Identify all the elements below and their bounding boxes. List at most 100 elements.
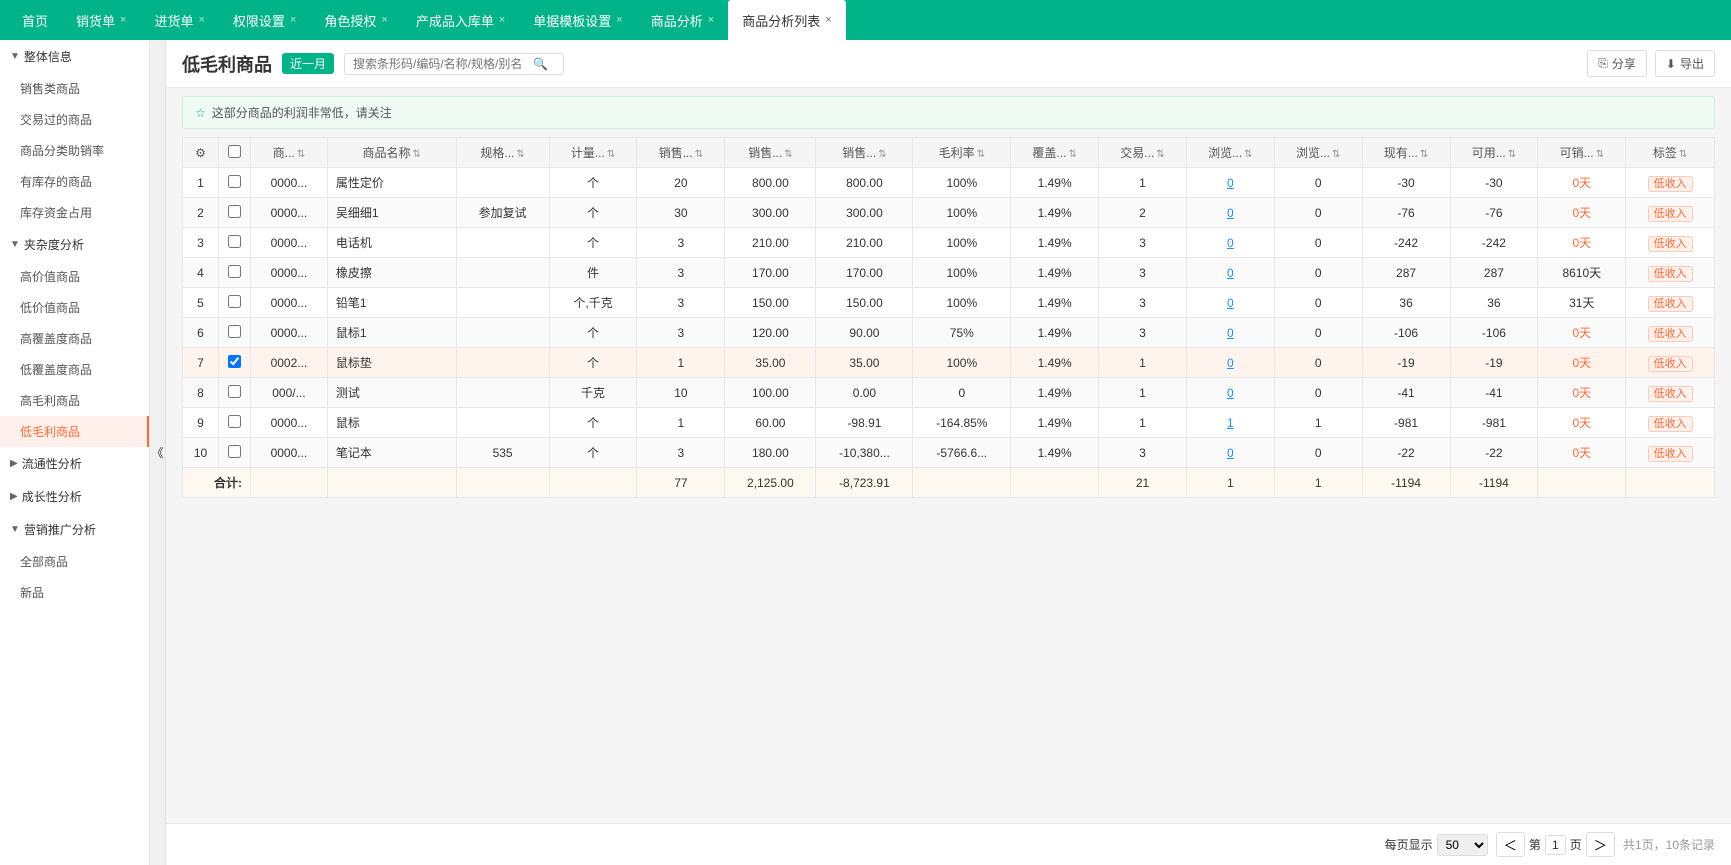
sidebar-group-growth-header[interactable]: ▶ 成长性分析	[0, 480, 149, 513]
sidebar-item-sales-products[interactable]: 销售类商品	[0, 73, 149, 104]
sidebar-group-complexity-header[interactable]: ▼ 夹杂度分析	[0, 228, 149, 261]
sidebar-item-stocked-products[interactable]: 有库存的商品	[0, 166, 149, 197]
col-settings[interactable]: ⚙	[183, 138, 219, 168]
select-all-checkbox[interactable]	[228, 145, 241, 158]
row-view1[interactable]: 0	[1186, 318, 1274, 348]
sort-icon-tag[interactable]: ⇅	[1679, 149, 1687, 160]
sidebar-group-marketing-header[interactable]: ▼ 营销推广分析	[0, 513, 149, 546]
row-checkbox[interactable]	[219, 348, 251, 378]
row-select-checkbox[interactable]	[228, 355, 241, 368]
search-icon[interactable]: 🔍	[533, 57, 548, 71]
search-box: 🔍	[344, 53, 564, 75]
prev-page-button[interactable]: ＜	[1496, 832, 1525, 857]
nav-permissions[interactable]: 权限设置 ×	[219, 0, 310, 40]
row-view1[interactable]: 0	[1186, 168, 1274, 198]
sort-icon-sales-profit[interactable]: ⇅	[878, 149, 886, 160]
col-view2: 浏览...⇅	[1274, 138, 1362, 168]
row-select-checkbox[interactable]	[228, 295, 241, 308]
sidebar-group-overview-header[interactable]: ▼ 整体信息	[0, 40, 149, 73]
row-checkbox[interactable]	[219, 288, 251, 318]
row-view1[interactable]: 0	[1186, 258, 1274, 288]
nav-product-analysis-list-close[interactable]: ×	[825, 14, 831, 26]
per-page-select[interactable]: 50 100 200	[1437, 834, 1488, 856]
share-button[interactable]: ⎘ 分享	[1587, 50, 1647, 77]
sidebar-group-circulation: ▶ 流通性分析	[0, 447, 149, 480]
nav-purchase-close[interactable]: ×	[198, 14, 204, 26]
nav-template[interactable]: 单据模板设置 ×	[519, 0, 636, 40]
sidebar-item-low-margin[interactable]: 低毛利商品	[0, 416, 149, 447]
sidebar-item-low-coverage[interactable]: 低覆盖度商品	[0, 354, 149, 385]
sort-icon-view1[interactable]: ⇅	[1244, 149, 1252, 160]
nav-product-entry[interactable]: 产成品入库单 ×	[402, 0, 519, 40]
sort-icon-coverage[interactable]: ⇅	[1068, 149, 1076, 160]
sort-icon-stock-available[interactable]: ⇅	[1508, 149, 1516, 160]
sidebar-item-high-value[interactable]: 高价值商品	[0, 261, 149, 292]
nav-product-analysis-list[interactable]: 商品分析列表 ×	[728, 0, 845, 40]
nav-product-analysis[interactable]: 商品分析 ×	[637, 0, 728, 40]
sort-icon-unit[interactable]: ⇅	[607, 149, 615, 160]
row-checkbox[interactable]	[219, 438, 251, 468]
row-checkbox[interactable]	[219, 378, 251, 408]
sidebar-item-traded-products[interactable]: 交易过的商品	[0, 104, 149, 135]
next-page-button[interactable]: ＞	[1586, 832, 1615, 857]
row-select-checkbox[interactable]	[228, 175, 241, 188]
nav-template-close[interactable]: ×	[616, 14, 622, 26]
row-view1[interactable]: 1	[1186, 408, 1274, 438]
sort-icon-stock-current[interactable]: ⇅	[1420, 149, 1428, 160]
sort-icon-gross-margin[interactable]: ⇅	[977, 149, 985, 160]
nav-sales[interactable]: 销货单 ×	[62, 0, 140, 40]
nav-permissions-close[interactable]: ×	[290, 14, 296, 26]
sidebar-item-capital[interactable]: 库存资金占用	[0, 197, 149, 228]
nav-product-analysis-close[interactable]: ×	[708, 14, 714, 26]
row-select-checkbox[interactable]	[228, 325, 241, 338]
sidebar-item-high-coverage[interactable]: 高覆盖度商品	[0, 323, 149, 354]
sidebar-item-all-products[interactable]: 全部商品	[0, 546, 149, 577]
sidebar-item-new-products[interactable]: 新品	[0, 577, 149, 608]
sidebar-collapse-button[interactable]: 《	[150, 40, 166, 865]
row-view1[interactable]: 0	[1186, 288, 1274, 318]
row-view2: 0	[1274, 318, 1362, 348]
nav-roles[interactable]: 角色授权 ×	[310, 0, 401, 40]
time-filter-badge[interactable]: 近一月	[282, 53, 334, 74]
row-checkbox[interactable]	[219, 318, 251, 348]
sidebar-group-circulation-header[interactable]: ▶ 流通性分析	[0, 447, 149, 480]
row-view1[interactable]: 0	[1186, 438, 1274, 468]
row-no: 10	[183, 438, 219, 468]
row-select-checkbox[interactable]	[228, 265, 241, 278]
nav-product-entry-close[interactable]: ×	[499, 14, 505, 26]
tag-badge: 低收入	[1648, 266, 1693, 282]
row-view1[interactable]: 0	[1186, 228, 1274, 258]
row-checkbox[interactable]	[219, 198, 251, 228]
sort-icon-sales-amount[interactable]: ⇅	[784, 149, 792, 160]
row-view1[interactable]: 0	[1186, 378, 1274, 408]
sort-icon-trade[interactable]: ⇅	[1156, 149, 1164, 160]
sort-icon-stock-saleable[interactable]: ⇅	[1596, 149, 1604, 160]
row-select-checkbox[interactable]	[228, 415, 241, 428]
sort-icon-name[interactable]: ⇅	[413, 149, 421, 160]
nav-sales-close[interactable]: ×	[120, 14, 126, 26]
row-select-checkbox[interactable]	[228, 235, 241, 248]
nav-home[interactable]: 首页	[8, 0, 62, 40]
row-view1[interactable]: 0	[1186, 348, 1274, 378]
nav-purchase[interactable]: 进货单 ×	[140, 0, 218, 40]
row-select-checkbox[interactable]	[228, 385, 241, 398]
sidebar-item-high-margin[interactable]: 高毛利商品	[0, 385, 149, 416]
row-select-checkbox[interactable]	[228, 205, 241, 218]
row-select-checkbox[interactable]	[228, 445, 241, 458]
sort-icon-spec[interactable]: ⇅	[516, 149, 524, 160]
row-view1[interactable]: 0	[1186, 198, 1274, 228]
row-checkbox[interactable]	[219, 168, 251, 198]
row-checkbox[interactable]	[219, 408, 251, 438]
row-stock-current: 36	[1362, 288, 1450, 318]
sort-icon-view2[interactable]: ⇅	[1332, 149, 1340, 160]
col-checkbox-all[interactable]	[219, 138, 251, 168]
sort-icon-code[interactable]: ⇅	[297, 149, 305, 160]
sidebar-item-category-rate[interactable]: 商品分类助销率	[0, 135, 149, 166]
export-button[interactable]: ⬇ 导出	[1655, 50, 1715, 77]
sidebar-item-low-value[interactable]: 低价值商品	[0, 292, 149, 323]
sort-icon-sales-count[interactable]: ⇅	[695, 149, 703, 160]
row-checkbox[interactable]	[219, 228, 251, 258]
search-input[interactable]	[353, 57, 533, 71]
row-checkbox[interactable]	[219, 258, 251, 288]
nav-roles-close[interactable]: ×	[381, 14, 387, 26]
